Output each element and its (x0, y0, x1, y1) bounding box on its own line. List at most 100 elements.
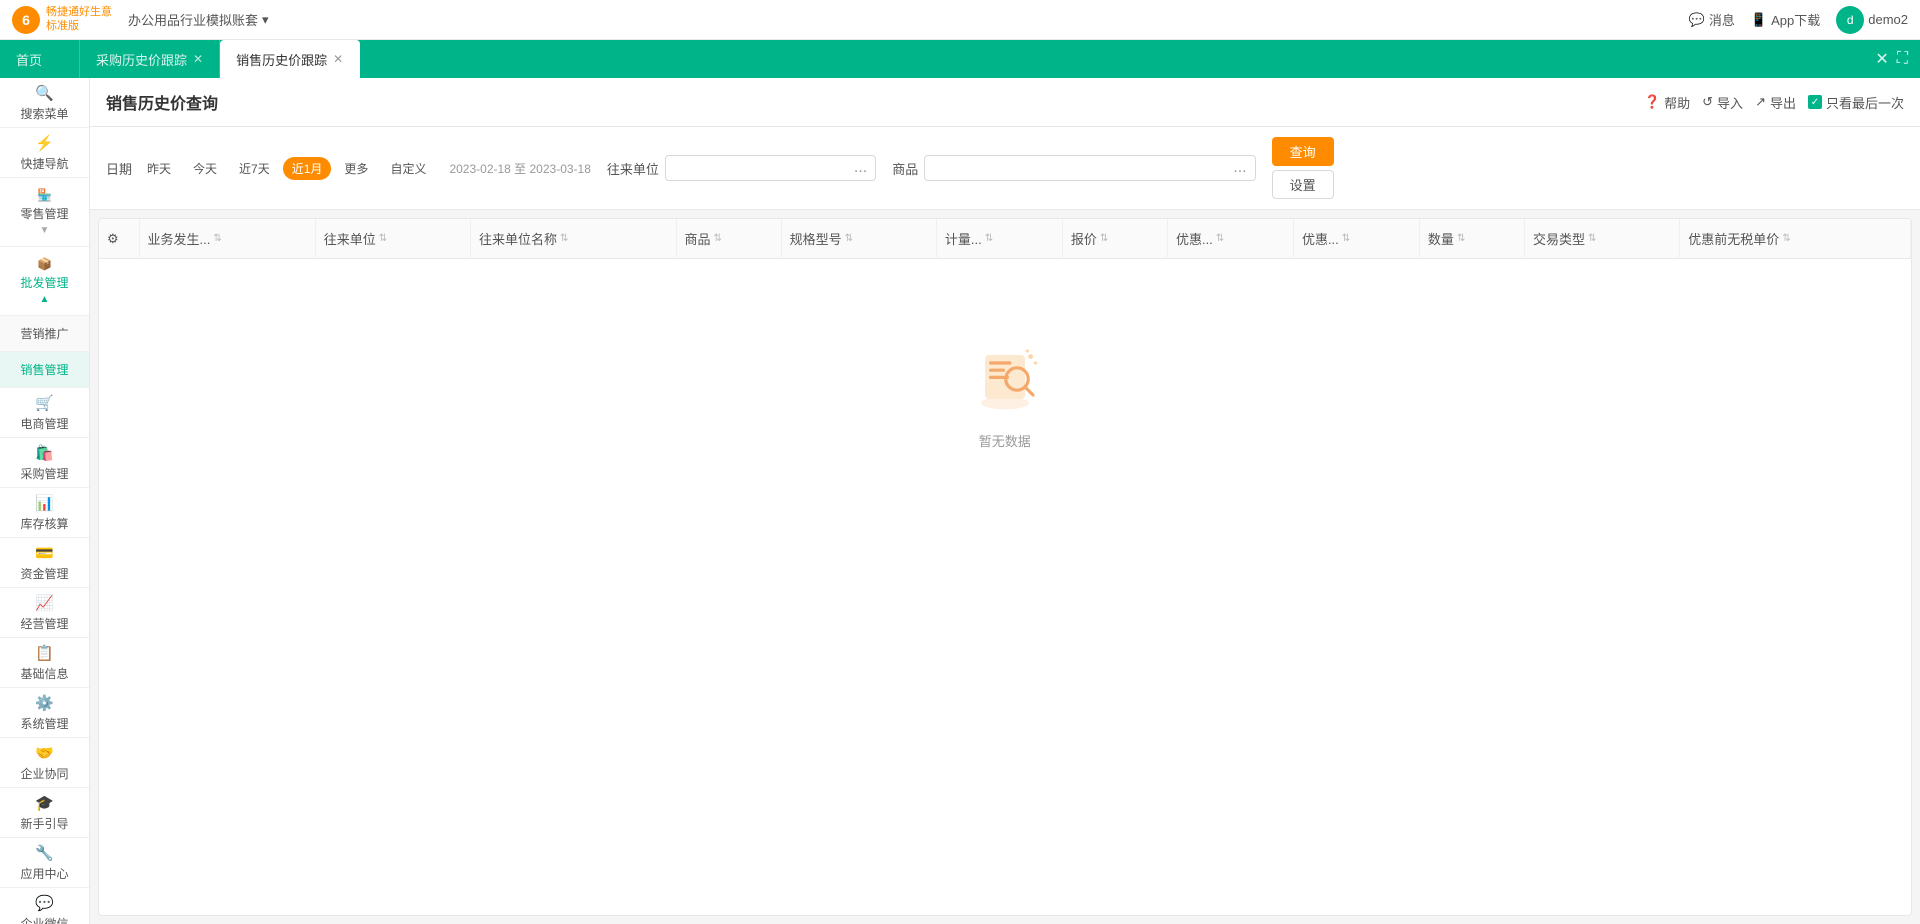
tab-sales-history[interactable]: 销售历史价跟踪 ✕ (220, 40, 360, 78)
sort-icon-spec: ⇅ (845, 233, 853, 244)
col-counterpart-code[interactable]: 往来单位 ⇅ (315, 219, 470, 259)
date-btn-last7days[interactable]: 近7天 (230, 157, 279, 180)
col-discount1[interactable]: 优惠... ⇅ (1167, 219, 1293, 259)
empty-svg (965, 339, 1045, 419)
sidebar-item-sales-mgmt[interactable]: 销售管理 (0, 352, 89, 388)
goods-input[interactable] (933, 161, 1233, 176)
sidebar-item-enterprise-collab[interactable]: 🤝 企业协同 (0, 738, 89, 788)
col-unit[interactable]: 计量... ⇅ (936, 219, 1062, 259)
logo-icon: 6 (12, 6, 40, 34)
settings-button[interactable]: 设置 (1272, 170, 1334, 199)
sidebar-item-search-menu[interactable]: 🔍 搜索菜单 (0, 78, 89, 128)
goods-filter-group: 商品 ... (892, 155, 1255, 181)
goods-input-wrapper[interactable]: ... (924, 155, 1255, 181)
col-quantity-label: 数量 (1428, 229, 1454, 248)
help-button[interactable]: ❓ 帮助 (1644, 93, 1690, 112)
app-selector[interactable]: 办公用品行业模拟账套 ▾ (120, 6, 277, 33)
date-btn-last1month[interactable]: 近1月 (283, 157, 332, 180)
export-button[interactable]: ↗ 导出 (1755, 93, 1796, 112)
app-center-icon: 🔧 (35, 844, 54, 862)
col-goods[interactable]: 商品 ⇅ (676, 219, 781, 259)
sort-icon-counterpart-code: ⇅ (379, 233, 387, 244)
counterpart-input-wrapper[interactable]: ... (665, 155, 876, 181)
sidebar-item-newbie-label: 新手引导 (20, 815, 68, 832)
query-button[interactable]: 查询 (1272, 137, 1334, 166)
collab-icon: 🤝 (35, 744, 54, 762)
date-btn-more[interactable]: 更多 (335, 157, 377, 180)
sidebar-item-app-center[interactable]: 🔧 应用中心 (0, 838, 89, 888)
inventory-icon: 📊 (35, 494, 54, 512)
sidebar-item-wholesale-mgmt[interactable]: 📦 批发管理 ▲ (0, 247, 89, 316)
tab-home[interactable]: 首页 (0, 40, 80, 78)
sidebar-sub-wholesale: 营销推广 销售管理 (0, 316, 89, 388)
sidebar-item-inventory[interactable]: 📊 库存核算 (0, 488, 89, 538)
settings-icon: ⚙ (107, 231, 119, 246)
table-header: ⚙ 业务发生... ⇅ 往来单位 ⇅ (99, 219, 1911, 259)
counterpart-input[interactable] (674, 161, 854, 176)
tab-sales-history-close[interactable]: ✕ (333, 52, 343, 66)
top-bar-right: 💬 消息 📱 App下载 d demo2 (1689, 6, 1908, 34)
col-counterpart-name[interactable]: 往来单位名称 ⇅ (471, 219, 677, 259)
empty-text: 暂无数据 (979, 431, 1031, 450)
sidebar-item-newbie[interactable]: 🎓 新手引导 (0, 788, 89, 838)
col-pre-tax-price[interactable]: 优惠前无税单价 ⇅ (1680, 219, 1911, 259)
maximize-window-icon[interactable]: ⛶ (1897, 50, 1908, 68)
sidebar-item-wholesale-label: 批发管理 (20, 274, 68, 291)
tab-purchase-history-close[interactable]: ✕ (193, 52, 203, 66)
user-profile[interactable]: d demo2 (1836, 6, 1908, 34)
sidebar-item-enterprise-wechat[interactable]: 💬 企业微信 (0, 888, 89, 924)
message-button[interactable]: 💬 消息 (1689, 10, 1735, 29)
tab-purchase-history[interactable]: 采购历史价跟踪 ✕ (80, 40, 220, 78)
only-last-checkbox-label[interactable]: ✓ 只看最后一次 (1808, 93, 1904, 112)
tab-sales-history-label: 销售历史价跟踪 (236, 50, 327, 69)
col-spec[interactable]: 规格型号 ⇅ (781, 219, 936, 259)
system-icon: ⚙️ (35, 694, 54, 712)
close-window-icon[interactable]: ✕ (1875, 49, 1888, 69)
sidebar-item-finance[interactable]: 💳 资金管理 (0, 538, 89, 588)
counterpart-label: 往来单位 (607, 159, 659, 178)
only-last-checkbox[interactable]: ✓ (1808, 95, 1822, 109)
col-counterpart-name-label: 往来单位名称 (479, 229, 557, 248)
col-discount1-label: 优惠... (1176, 229, 1213, 248)
col-quote[interactable]: 报价 ⇅ (1062, 219, 1167, 259)
sidebar-item-enterprise-wechat-label: 企业微信 (20, 915, 68, 924)
import-button[interactable]: ↺ 导入 (1702, 93, 1743, 112)
col-trade-type[interactable]: 交易类型 ⇅ (1525, 219, 1680, 259)
sidebar-item-marketing[interactable]: 营销推广 (0, 316, 89, 352)
sidebar-item-inventory-label: 库存核算 (20, 515, 68, 532)
sort-icon-discount1: ⇅ (1216, 233, 1224, 244)
top-bar: 6 畅捷通好生意 标准版 办公用品行业模拟账套 ▾ 💬 消息 📱 App下载 d… (0, 0, 1920, 40)
date-btn-today[interactable]: 今天 (184, 157, 226, 180)
tab-purchase-history-label: 采购历史价跟踪 (96, 50, 187, 69)
empty-illustration (965, 339, 1045, 419)
sidebar-item-retail-label: 零售管理 (20, 205, 68, 222)
col-discount2[interactable]: 优惠... ⇅ (1293, 219, 1419, 259)
col-settings[interactable]: ⚙ (99, 219, 139, 259)
col-quantity[interactable]: 数量 ⇅ (1419, 219, 1524, 259)
app-download-button[interactable]: 📱 App下载 (1751, 10, 1820, 29)
sidebar-item-purchase[interactable]: 🛍️ 采购管理 (0, 438, 89, 488)
date-btn-custom[interactable]: 自定义 (381, 157, 435, 180)
sidebar-item-ops[interactable]: 📈 经营管理 (0, 588, 89, 638)
table-container: ⚙ 业务发生... ⇅ 往来单位 ⇅ (98, 218, 1912, 916)
sidebar-item-marketing-label: 营销推广 (20, 325, 68, 342)
sidebar-item-system[interactable]: ⚙️ 系统管理 (0, 688, 89, 738)
date-btn-yesterday[interactable]: 昨天 (138, 157, 180, 180)
sidebar-item-retail-mgmt[interactable]: 🏪 零售管理 ▼ (0, 178, 89, 247)
sidebar-item-quick-nav-label: 快捷导航 (20, 155, 68, 172)
sort-icon-discount2: ⇅ (1342, 233, 1350, 244)
sidebar-item-quick-nav[interactable]: ⚡ 快捷导航 (0, 128, 89, 178)
logo-area: 6 畅捷通好生意 标准版 (12, 6, 112, 34)
sidebar-item-ecommerce[interactable]: 🛒 电商管理 (0, 388, 89, 438)
col-biz-date[interactable]: 业务发生... ⇅ (139, 219, 315, 259)
sidebar-item-basic-info[interactable]: 📋 基础信息 (0, 638, 89, 688)
col-unit-label: 计量... (945, 229, 982, 248)
ops-icon: 📈 (35, 594, 54, 612)
user-name: demo2 (1868, 12, 1908, 27)
tab-bar: 首页 采购历史价跟踪 ✕ 销售历史价跟踪 ✕ ✕ ⛶ (0, 40, 1920, 78)
download-icon: 📱 (1751, 12, 1767, 28)
col-counterpart-code-label: 往来单位 (324, 229, 376, 248)
tab-bar-right: ✕ ⛶ (1863, 40, 1920, 78)
app-selector-label: 办公用品行业模拟账套 (128, 10, 258, 29)
avatar-initial: d (1847, 13, 1854, 27)
